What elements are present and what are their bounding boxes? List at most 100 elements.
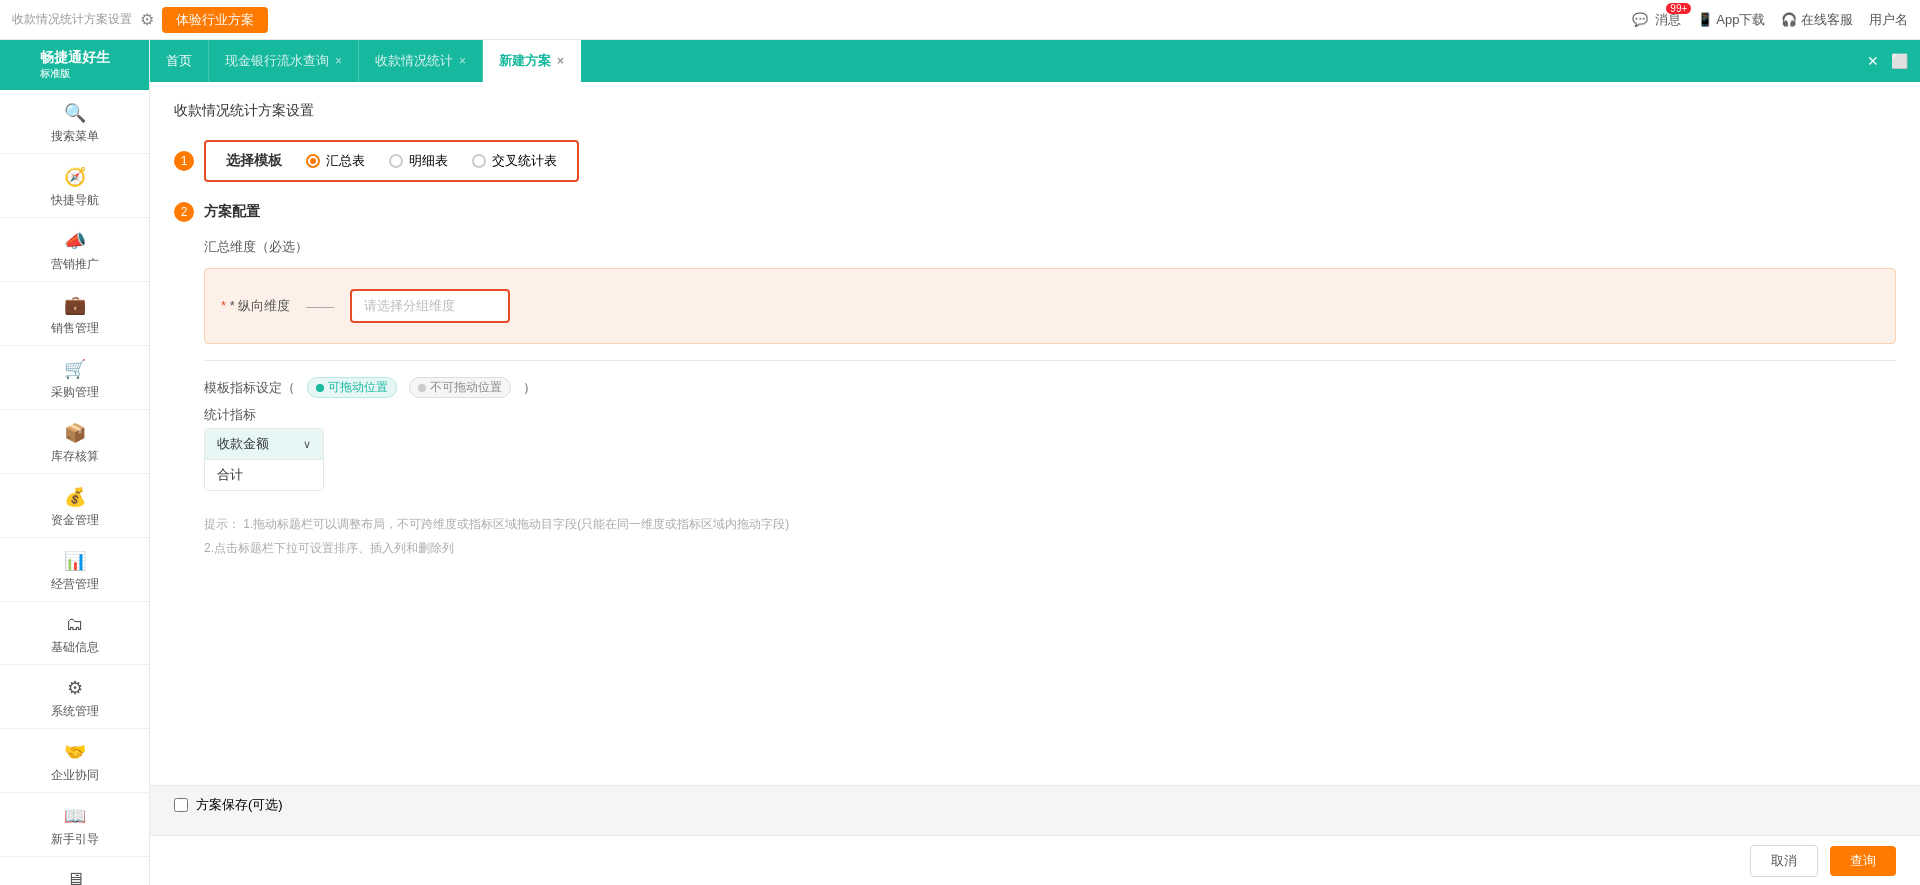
tab-home-label: 首页 [166, 52, 192, 70]
sidebar-item-finance[interactable]: 💰 资金管理 [0, 474, 149, 538]
sidebar-item-search[interactable]: 🔍 搜索菜单 [0, 90, 149, 154]
sidebar: 畅捷通好生 标准版 🔍 搜索菜单 🧭 快捷导航 📣 营销推广 💼 销售管理 🛒 … [0, 40, 150, 885]
box-icon: 📦 [64, 422, 86, 444]
table-header-text: 收款金额 [217, 435, 269, 453]
folder-icon: 🗂 [66, 614, 84, 635]
required-mark: * [221, 298, 226, 313]
sidebar-item-sales[interactable]: 💼 销售管理 [0, 282, 149, 346]
table-row-text: 合计 [217, 467, 243, 482]
page-inner: 收款情况统计方案设置 1 选择模板 汇总表 [150, 82, 1920, 785]
chart-icon: 📊 [64, 550, 86, 572]
radio-dot-cross [472, 154, 486, 168]
user-name: 用户名 [1869, 11, 1908, 29]
industry-button[interactable]: 体验行业方案 [162, 7, 268, 33]
logo-sub: 标准版 [40, 67, 110, 81]
header-left: 收款情况统计方案设置 ⚙ 体验行业方案 [12, 7, 268, 33]
step1-label: 选择模板 [226, 152, 282, 170]
tips-section: 提示： 1.拖动标题栏可以调整布局，不可跨维度或指标区域拖动目字段(只能在同一维… [204, 514, 1896, 559]
notification-icon: 💬 [1632, 12, 1648, 27]
stat-indicator-label: 统计指标 [204, 407, 256, 422]
save-option-label: 方案保存(可选) [196, 796, 283, 814]
sidebar-logo: 畅捷通好生 标准版 [0, 40, 149, 90]
download-label[interactable]: 📱 App下载 [1697, 11, 1765, 29]
divider [204, 360, 1896, 361]
sidebar-item-enterprise[interactable]: 🤝 企业协同 [0, 729, 149, 793]
sidebar-item-purchase[interactable]: 🛒 采购管理 [0, 346, 149, 410]
breadcrumb-path: 收款情况统计方案设置 [12, 11, 132, 28]
dimension-select[interactable]: 请选择分组维度 [350, 289, 510, 323]
radio-summary[interactable]: 汇总表 [306, 152, 365, 170]
drag-badge: 可拖动位置 [307, 377, 397, 398]
notification-badge: 99+ [1666, 3, 1691, 14]
radio-detail[interactable]: 明细表 [389, 152, 448, 170]
megaphone-icon: 📣 [64, 230, 86, 252]
tab-new-plan-label: 新建方案 [499, 52, 551, 70]
drag-dot [316, 384, 324, 392]
sidebar-item-hardware[interactable]: 🖥 智能硬件 [0, 857, 149, 885]
close-window-icon[interactable]: ✕ [1867, 53, 1879, 69]
indicator-title-close: ） [523, 379, 536, 397]
radio-cross[interactable]: 交叉统计表 [472, 152, 557, 170]
radio-label-cross: 交叉统计表 [492, 152, 557, 170]
arrow-icon: —— [306, 298, 334, 314]
tab-bank-flow[interactable]: 现金银行流水查询 × [209, 40, 359, 82]
book-icon: 📖 [64, 805, 86, 827]
maximize-icon[interactable]: ⬜ [1891, 53, 1908, 69]
compass-icon: 🧭 [64, 166, 86, 188]
top-header: 收款情况统计方案设置 ⚙ 体验行业方案 💬 99+ 消息 📱 App下载 🎧 在… [0, 0, 1920, 40]
page-title: 收款情况统计方案设置 [174, 102, 1896, 120]
notification-wrap[interactable]: 💬 99+ 消息 [1632, 11, 1681, 29]
sidebar-item-system[interactable]: ⚙ 系统管理 [0, 665, 149, 729]
tab-close-icon[interactable]: × [557, 54, 564, 68]
indicator-title-text: 模板指标设定（ [204, 379, 295, 397]
tab-new-plan[interactable]: 新建方案 × [483, 40, 581, 82]
sidebar-item-label: 采购管理 [51, 384, 99, 401]
gear-icon[interactable]: ⚙ [140, 10, 154, 29]
tab-bar: 首页 现金银行流水查询 × 收款情况统计 × 新建方案 × ✕ ⬜ [150, 40, 1920, 82]
cancel-button[interactable]: 取消 [1750, 845, 1818, 877]
sidebar-item-label: 企业协同 [51, 767, 99, 784]
tab-receipt-stats[interactable]: 收款情况统计 × [359, 40, 483, 82]
table-row: 合计 [205, 460, 323, 490]
handshake-icon: 🤝 [64, 741, 86, 763]
footer-actions: 取消 查询 [150, 835, 1920, 885]
tab-bar-actions: ✕ ⬜ [1867, 53, 1920, 69]
sidebar-item-guide[interactable]: 📖 新手引导 [0, 793, 149, 857]
money-icon: 💰 [64, 486, 86, 508]
logo-text: 畅捷通好生 [40, 49, 110, 67]
search-icon: 🔍 [64, 102, 86, 124]
table-header[interactable]: 收款金额 ∨ [205, 429, 323, 460]
summary-dim-title: 汇总维度（必选） [204, 238, 1896, 256]
sidebar-item-label: 快捷导航 [51, 192, 99, 209]
sidebar-item-inventory[interactable]: 📦 库存核算 [0, 410, 149, 474]
sidebar-item-marketing[interactable]: 📣 营销推广 [0, 218, 149, 282]
sidebar-item-basic-info[interactable]: 🗂 基础信息 [0, 602, 149, 665]
chevron-down-icon[interactable]: ∨ [303, 438, 311, 451]
tab-home[interactable]: 首页 [150, 40, 209, 82]
header-right: 💬 99+ 消息 📱 App下载 🎧 在线客服 用户名 [1632, 11, 1908, 29]
radio-label-detail: 明细表 [409, 152, 448, 170]
sidebar-item-label: 销售管理 [51, 320, 99, 337]
query-button[interactable]: 查询 [1830, 846, 1896, 876]
sidebar-item-management[interactable]: 📊 经营管理 [0, 538, 149, 602]
tab-close-icon[interactable]: × [335, 54, 342, 68]
template-selection-box: 选择模板 汇总表 明细表 交叉统计表 [204, 140, 579, 182]
nodrag-dot [418, 384, 426, 392]
radio-dot-summary [306, 154, 320, 168]
dimension-area: * * 纵向维度 —— 请选择分组维度 [204, 268, 1896, 344]
sidebar-item-nav[interactable]: 🧭 快捷导航 [0, 154, 149, 218]
step1-section: 1 选择模板 汇总表 明细表 [174, 140, 1896, 182]
notification-label: 消息 [1655, 12, 1681, 27]
gear-icon: ⚙ [67, 677, 83, 699]
download-icon: 📱 [1697, 12, 1713, 27]
radio-label-summary: 汇总表 [326, 152, 365, 170]
tab-close-icon[interactable]: × [459, 54, 466, 68]
row-dimension-label: * * 纵向维度 [221, 297, 290, 315]
save-checkbox[interactable] [174, 798, 188, 812]
service-label[interactable]: 🎧 在线客服 [1781, 11, 1853, 29]
indicator-table-wrap: 统计指标 收款金额 ∨ 合计 [204, 406, 1896, 494]
drag-label: 可拖动位置 [328, 379, 388, 396]
save-option-bar: 方案保存(可选) [150, 785, 1920, 824]
nodrag-label: 不可拖动位置 [430, 379, 502, 396]
tips-line2: 2.点击标题栏下拉可设置排序、插入列和删除列 [204, 538, 1896, 560]
